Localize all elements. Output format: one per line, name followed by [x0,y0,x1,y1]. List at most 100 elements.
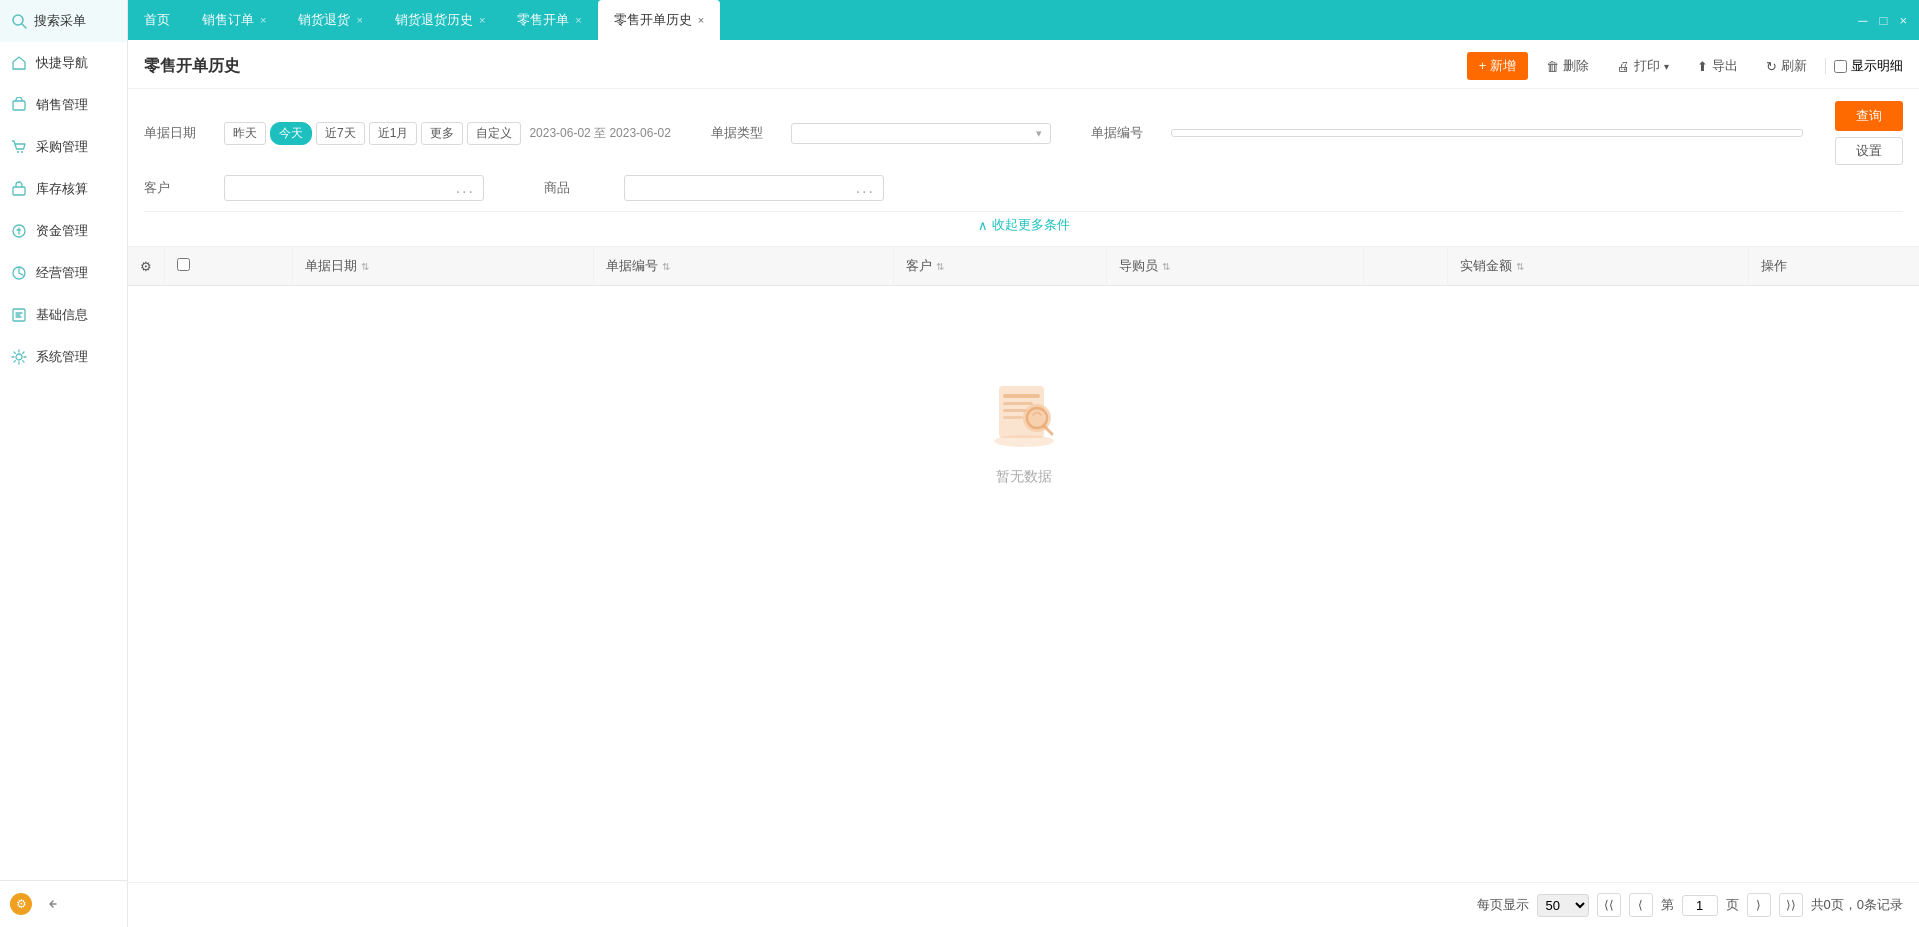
th-gear[interactable]: ⚙ [128,247,165,286]
sort-icon: ⇅ [361,261,369,272]
date-btn-custom[interactable]: 自定义 [467,122,521,145]
tab-sales-return[interactable]: 销货退货 × [282,0,378,40]
export-button[interactable]: ⬆ 导出 [1687,52,1748,80]
filter-row-1: 单据日期 昨天 今天 近7天 近1月 更多 自定义 2023-06-02 至 2… [144,101,1903,165]
product-input[interactable]: ... [624,175,884,201]
th-amount[interactable]: 实销金额 ⇅ [1448,247,1749,286]
data-table: ⚙ 单据日期 ⇅ 单据编号 [128,247,1919,566]
tab-retail-open-history[interactable]: 零售开单历史 × [598,0,720,40]
customer-input[interactable]: ... [224,175,484,201]
tab-close-icon[interactable]: × [356,14,362,26]
add-button-label: + 新增 [1479,57,1516,75]
doc-type-select[interactable]: ▾ [791,123,1051,144]
page-title: 零售开单历史 [144,56,240,77]
table-container: ⚙ 单据日期 ⇅ 单据编号 [128,247,1919,882]
th-no[interactable]: 单据编号 ⇅ [593,247,894,286]
sidebar-item-label: 销售管理 [36,96,88,114]
sidebar-collapse-button[interactable] [44,895,62,913]
sort-icon: ⇅ [662,261,670,272]
th-select-all[interactable] [165,247,293,286]
sidebar-item-sys-mgmt[interactable]: 系统管理 [0,336,127,378]
date-btn-today[interactable]: 今天 [270,122,312,145]
filter-section: 单据日期 昨天 今天 近7天 近1月 更多 自定义 2023-06-02 至 2… [128,89,1919,247]
date-btn-more[interactable]: 更多 [421,122,463,145]
print-button[interactable]: 🖨 打印 ▾ [1607,52,1679,80]
sidebar-item-finance[interactable]: 资金管理 [0,210,127,252]
gear-icon[interactable]: ⚙ [140,259,152,274]
doc-no-input[interactable] [1171,129,1803,137]
select-all-checkbox[interactable] [177,258,190,271]
settings-icon[interactable]: ⚙ [10,893,32,915]
svg-rect-5 [13,187,25,195]
page-summary: 共0页，0条记录 [1811,896,1903,914]
tab-home[interactable]: 首页 [128,0,186,40]
th-salesperson-label: 导购员 [1119,257,1158,275]
tab-close-icon[interactable]: × [479,14,485,26]
page-last-btn[interactable]: ⟩⟩ [1779,893,1803,917]
content-area: 零售开单历史 + 新增 🗑 删除 🖨 打印 ▾ ⬆ 导出 [128,40,1919,927]
sidebar-item-sales-mgmt[interactable]: 销售管理 [0,84,127,126]
tab-retail-open[interactable]: 零售开单 × [501,0,597,40]
window-maximize-btn[interactable]: □ [1880,13,1888,28]
th-salesperson[interactable]: 导购员 ⇅ [1107,247,1364,286]
query-button[interactable]: 查询 [1835,101,1903,131]
tab-sales-order[interactable]: 销售订单 × [186,0,282,40]
per-page-select[interactable]: 10 20 50 100 [1537,894,1589,917]
refresh-button[interactable]: ↻ 刷新 [1756,52,1817,80]
chevron-up-icon: ∧ [978,218,988,233]
search-menu-label: 搜索采单 [34,12,86,30]
sys-icon [10,348,28,366]
topbar: 首页 销售订单 × 销货退货 × 销货退货历史 × 零售开单 × 零售开单历史 … [128,0,1919,40]
page-next-btn[interactable]: ⟩ [1747,893,1771,917]
doc-type-label: 单据类型 [711,124,771,142]
page-header: 零售开单历史 + 新增 🗑 删除 🖨 打印 ▾ ⬆ 导出 [128,40,1919,89]
display-detail-checkbox[interactable] [1834,60,1847,73]
purchase-icon [10,138,28,156]
svg-rect-12 [1003,402,1033,405]
page-first-btn[interactable]: ⟨⟨ [1597,893,1621,917]
toolbar-divider [1825,58,1826,74]
page-number-input[interactable] [1682,895,1718,916]
empty-illustration [979,366,1069,456]
collapse-more-btn[interactable]: ∧ 收起更多条件 [144,211,1903,238]
customer-dots: ... [456,179,475,197]
th-date[interactable]: 单据日期 ⇅ [293,247,594,286]
empty-state: 暂无数据 [128,286,1919,566]
print-dropdown-icon: ▾ [1664,61,1669,72]
sidebar-bottom: ⚙ [0,880,127,927]
tab-close-icon[interactable]: × [260,14,266,26]
date-btn-7days[interactable]: 近7天 [316,122,365,145]
display-detail-toggle[interactable]: 显示明细 [1834,57,1903,75]
svg-rect-14 [1003,416,1023,419]
finance-icon [10,222,28,240]
sidebar-item-label: 系统管理 [36,348,88,366]
search-menu-item[interactable]: 搜索采单 [0,0,127,42]
sidebar-item-basic-info[interactable]: 基础信息 [0,294,127,336]
sidebar-item-label: 基础信息 [36,306,88,324]
inventory-icon [10,180,28,198]
sidebar-item-purchase-mgmt[interactable]: 采购管理 [0,126,127,168]
tab-close-icon[interactable]: × [698,14,704,26]
th-customer[interactable]: 客户 ⇅ [894,247,1107,286]
delete-button[interactable]: 🗑 删除 [1536,52,1599,80]
date-filter-label: 单据日期 [144,124,204,142]
date-btn-1month[interactable]: 近1月 [369,122,418,145]
sidebar-item-inventory[interactable]: 库存核算 [0,168,127,210]
tab-label: 销售订单 [202,11,254,29]
sidebar-item-quick-nav[interactable]: 快捷导航 [0,42,127,84]
window-close-btn[interactable]: × [1899,13,1907,28]
display-detail-label: 显示明细 [1851,57,1903,75]
settings-button[interactable]: 设置 [1835,137,1903,165]
delete-icon: 🗑 [1546,59,1559,74]
tab-close-icon[interactable]: × [575,14,581,26]
export-button-label: 导出 [1712,57,1738,75]
sidebar-item-ops-mgmt[interactable]: 经营管理 [0,252,127,294]
sidebar-item-label: 资金管理 [36,222,88,240]
tab-sales-return-history[interactable]: 销货退货历史 × [379,0,501,40]
tab-label: 销货退货历史 [395,11,473,29]
window-minimize-btn[interactable]: ─ [1858,13,1867,28]
product-filter-label: 商品 [544,179,604,197]
date-btn-yesterday[interactable]: 昨天 [224,122,266,145]
add-button[interactable]: + 新增 [1467,52,1528,80]
page-prev-btn[interactable]: ⟨ [1629,893,1653,917]
